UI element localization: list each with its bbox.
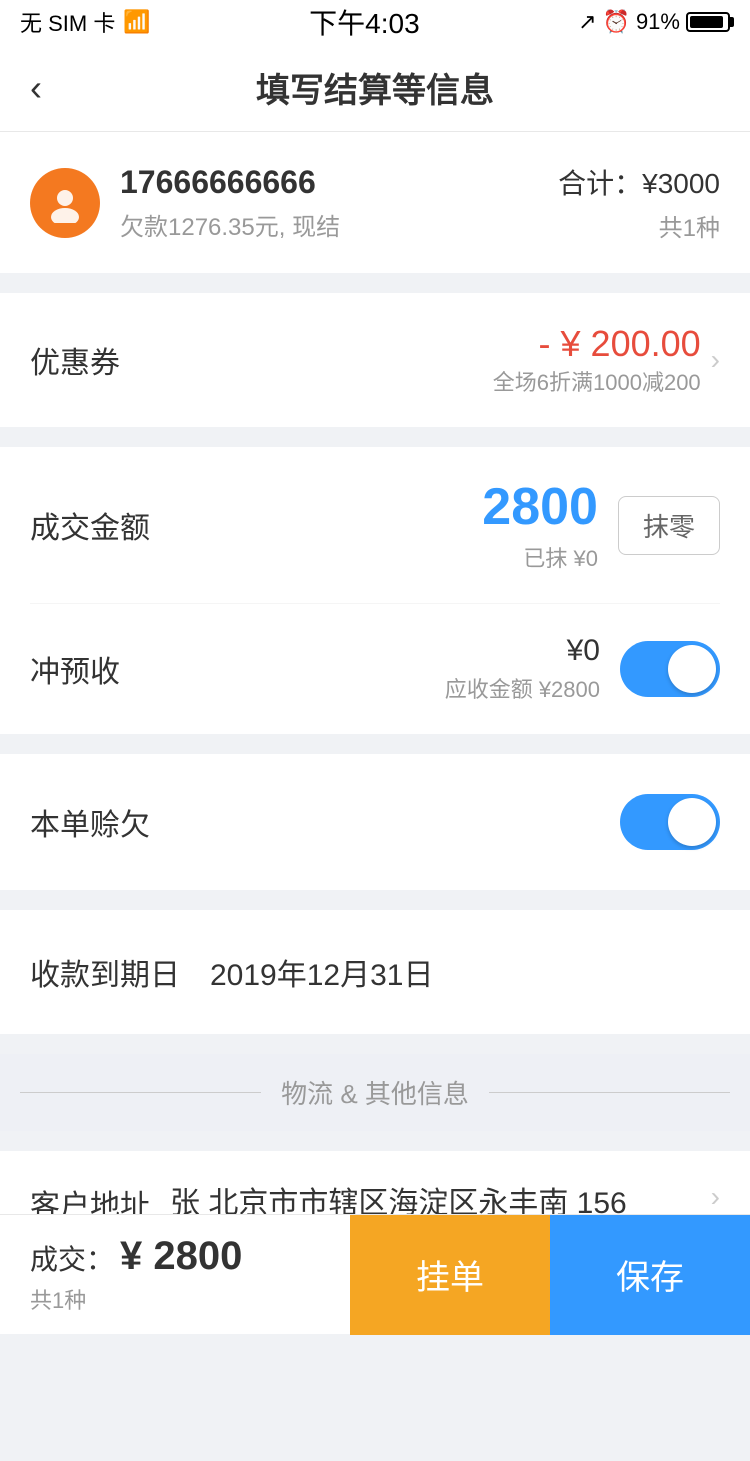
coupon-row[interactable]: 优惠券 - ¥ 200.00 全场6折满1000减200 › bbox=[0, 293, 750, 427]
coupon-right: - ¥ 200.00 全场6折满1000减200 › bbox=[493, 323, 720, 397]
status-time: 下午4:03 bbox=[309, 2, 420, 42]
bottom-bar: 成交： ¥ 2800 共1种 挂单 保存 bbox=[0, 1214, 750, 1334]
divider-line-left bbox=[20, 1092, 261, 1093]
deal-amount-label: 成交金额 bbox=[30, 503, 150, 547]
logistics-label: 物流 & 其他信息 bbox=[261, 1074, 489, 1111]
round-button[interactable]: 抹零 bbox=[618, 496, 720, 555]
save-button[interactable]: 保存 bbox=[550, 1215, 750, 1335]
coupon-amount: - ¥ 200.00 bbox=[493, 323, 701, 365]
nav-bar: ‹ 填写结算等信息 bbox=[0, 44, 750, 132]
user-total: 合计：¥3000 共1种 bbox=[558, 162, 720, 243]
alarm-icon: ⏰ bbox=[603, 9, 630, 35]
debt-label: 本单赊欠 bbox=[30, 800, 150, 844]
back-button[interactable]: ‹ bbox=[30, 67, 90, 109]
debt-toggle[interactable] bbox=[620, 794, 720, 850]
bottom-amount: ¥ 2800 bbox=[120, 1234, 242, 1279]
sim-label: 无 SIM 卡 bbox=[20, 6, 115, 38]
status-left: 无 SIM 卡 📶 bbox=[20, 6, 151, 38]
due-date-value: 2019年12月31日 bbox=[210, 950, 433, 994]
prepay-amount: ¥0 bbox=[445, 634, 600, 668]
deal-amount-sub: 已抹 ¥0 bbox=[482, 541, 598, 573]
battery-icon bbox=[686, 12, 730, 32]
amount-section: 成交金额 2800 已抹 ¥0 抹零 冲预收 ¥0 应收金额 ¥2800 bbox=[0, 447, 750, 734]
chevron-right-icon: › bbox=[711, 344, 720, 376]
avatar bbox=[30, 168, 100, 238]
wifi-icon: 📶 bbox=[123, 9, 150, 35]
page-title: 填写结算等信息 bbox=[90, 63, 660, 112]
deal-amount-row: 成交金额 2800 已抹 ¥0 抹零 bbox=[30, 447, 720, 604]
user-left: 17666666666 欠款1276.35元, 现结 bbox=[30, 164, 340, 242]
battery-percent: 91% bbox=[636, 9, 680, 35]
count-label: 共1种 bbox=[558, 208, 720, 243]
bottom-deal-row: 成交： ¥ 2800 bbox=[30, 1234, 320, 1279]
bottom-deal-label: 成交： bbox=[30, 1238, 114, 1278]
prepay-sub: 应收金额 ¥2800 bbox=[445, 672, 600, 704]
coupon-amount-col: - ¥ 200.00 全场6折满1000减200 bbox=[493, 323, 701, 397]
logistics-divider: 物流 & 其他信息 bbox=[0, 1054, 750, 1131]
bottom-summary: 成交： ¥ 2800 共1种 bbox=[0, 1234, 350, 1315]
user-subtext: 欠款1276.35元, 现结 bbox=[120, 207, 340, 242]
prepay-row: 冲预收 ¥0 应收金额 ¥2800 bbox=[30, 604, 720, 734]
address-chevron-icon: › bbox=[711, 1181, 720, 1213]
deal-amount-right: 2800 已抹 ¥0 抹零 bbox=[482, 477, 720, 573]
status-right: ↗ ⏰ 91% bbox=[578, 9, 730, 35]
deal-amount-col: 2800 已抹 ¥0 bbox=[482, 477, 598, 573]
prepay-label: 冲预收 bbox=[30, 647, 120, 691]
toggle-thumb bbox=[668, 645, 716, 693]
prepay-toggle[interactable] bbox=[620, 641, 720, 697]
debt-row: 本单赊欠 bbox=[0, 754, 750, 890]
bottom-count: 共1种 bbox=[30, 1283, 320, 1315]
status-bar: 无 SIM 卡 📶 下午4:03 ↗ ⏰ 91% bbox=[0, 0, 750, 44]
user-row: 17666666666 欠款1276.35元, 现结 合计：¥3000 共1种 bbox=[30, 162, 720, 243]
divider-line-right bbox=[489, 1092, 730, 1093]
location-icon: ↗ bbox=[578, 9, 596, 35]
user-phone: 17666666666 bbox=[120, 164, 340, 201]
debt-toggle-thumb bbox=[668, 798, 716, 846]
total-label: 合计：¥3000 bbox=[558, 162, 720, 202]
due-date-label: 收款到期日 bbox=[30, 950, 180, 994]
coupon-label: 优惠券 bbox=[30, 338, 120, 382]
pending-button[interactable]: 挂单 bbox=[350, 1215, 550, 1335]
prepay-amount-col: ¥0 应收金额 ¥2800 bbox=[445, 634, 600, 704]
deal-amount-value: 2800 bbox=[482, 477, 598, 537]
user-info-card: 17666666666 欠款1276.35元, 现结 合计：¥3000 共1种 bbox=[0, 132, 750, 273]
due-date-row: 收款到期日 2019年12月31日 bbox=[0, 910, 750, 1034]
user-info: 17666666666 欠款1276.35元, 现结 bbox=[120, 164, 340, 242]
coupon-desc: 全场6折满1000减200 bbox=[493, 365, 701, 397]
prepay-right: ¥0 应收金额 ¥2800 bbox=[445, 634, 720, 704]
